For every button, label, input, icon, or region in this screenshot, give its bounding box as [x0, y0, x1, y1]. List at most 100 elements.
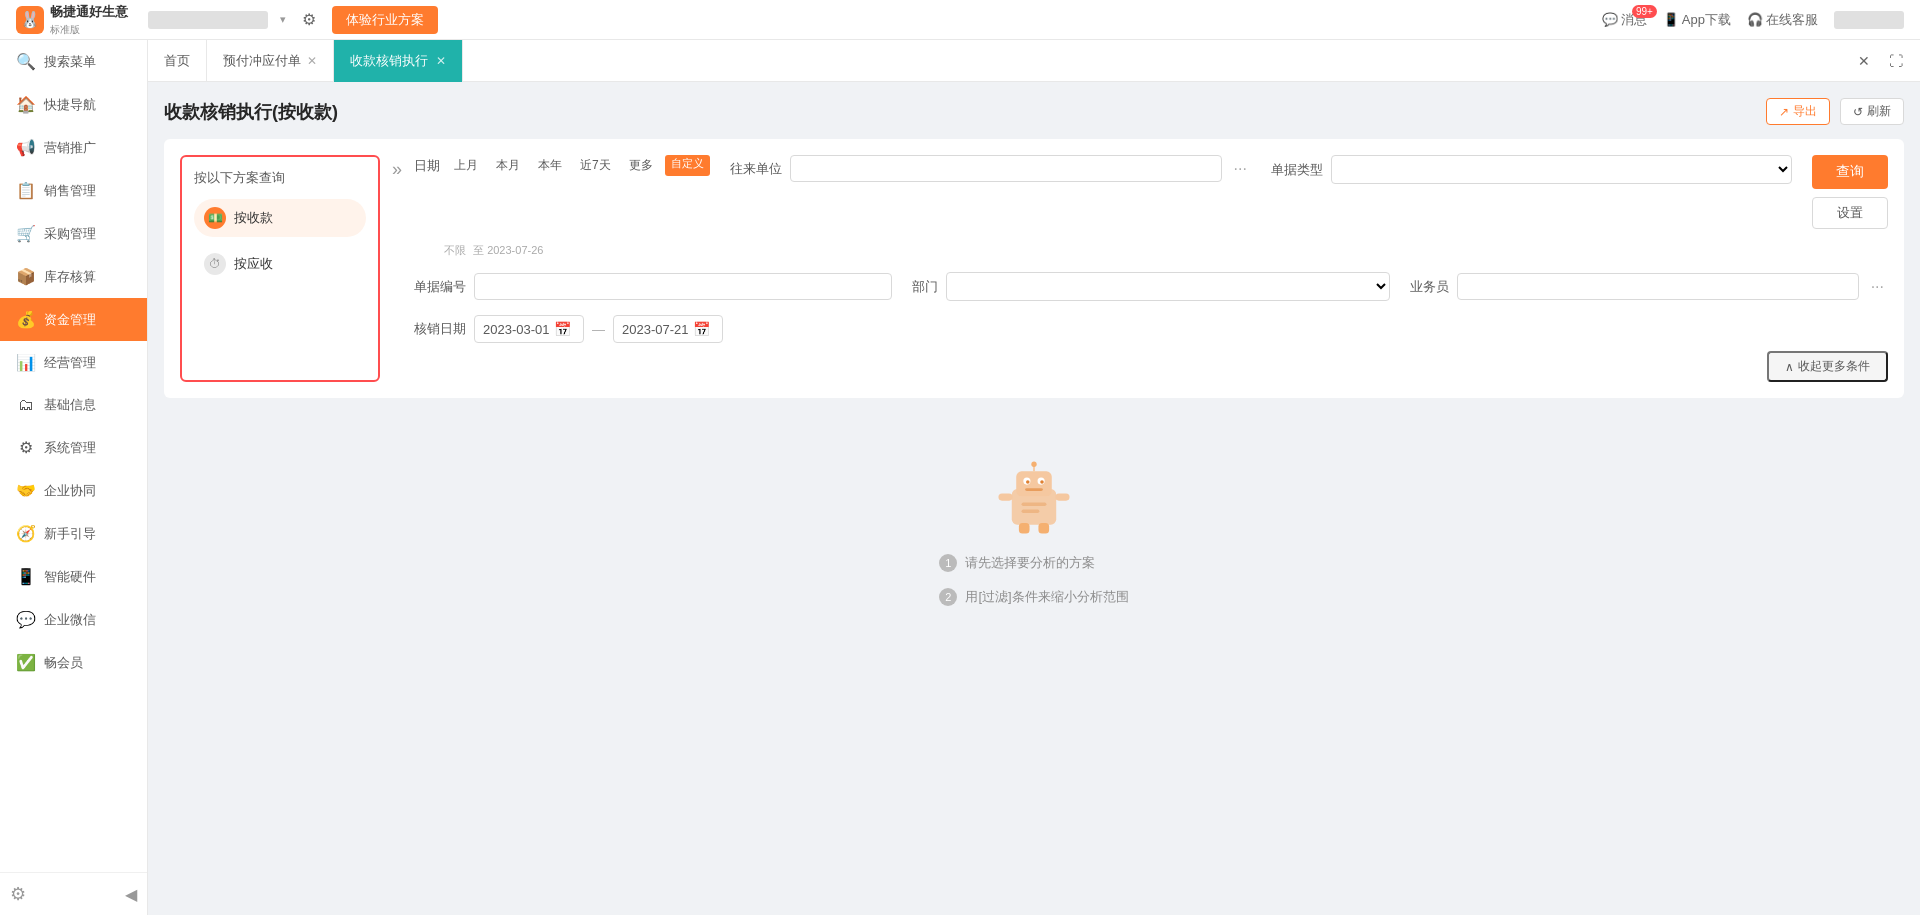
- empty-illustration: [984, 458, 1084, 538]
- query-option-by-collection[interactable]: 💵 按收款: [194, 199, 366, 237]
- sidebar-bottom-gear-icon[interactable]: ⚙: [10, 883, 26, 905]
- tab-actions: ✕ ⛶: [1840, 49, 1920, 73]
- filter-row-2: 单据编号 部门 业务员 ···: [414, 272, 1888, 301]
- verify-date-end-input[interactable]: 2023-07-21 📅: [613, 315, 723, 343]
- verify-date-label: 核销日期: [414, 320, 466, 338]
- service-icon: 🎧: [1747, 12, 1763, 27]
- inventory-icon: 📦: [16, 267, 36, 286]
- online-service-btn[interactable]: 🎧 在线客服: [1747, 11, 1818, 29]
- sidebar-item-quick-nav[interactable]: 🏠 快捷导航: [0, 83, 147, 126]
- operations-icon: 📊: [16, 353, 36, 372]
- sidebar-label-sales: 销售管理: [44, 182, 96, 200]
- tab-bar: 首页 预付冲应付单 ✕ 收款核销执行 ✕ ✕ ⛶: [148, 40, 1920, 82]
- page-content: 收款核销执行(按收款) ↗ 导出 ↺ 刷新 按以下方案查询: [148, 82, 1920, 915]
- sidebar-label-basic-info: 基础信息: [44, 396, 96, 414]
- sidebar-item-member[interactable]: ✅ 畅会员: [0, 641, 147, 684]
- sidebar-item-search-menu[interactable]: 🔍 搜索菜单: [0, 40, 147, 83]
- step-1-num: 1: [939, 554, 957, 572]
- service-label: 在线客服: [1766, 11, 1818, 29]
- tab-collection-close-icon[interactable]: ✕: [436, 54, 446, 68]
- sidebar-item-sales[interactable]: 📋 销售管理: [0, 169, 147, 212]
- cal-icon-end: 📅: [693, 321, 710, 337]
- page-header: 收款核销执行(按收款) ↗ 导出 ↺ 刷新: [164, 98, 1904, 125]
- sidebar: 🔍 搜索菜单 🏠 快捷导航 📢 营销推广 📋 销售管理 🛒 采购管理 📦 库存核…: [0, 40, 148, 915]
- sidebar-bottom: ⚙ ◀: [0, 872, 147, 915]
- collapse-more-btn[interactable]: ∧ 收起更多条件: [1767, 351, 1888, 382]
- date-custom-tag[interactable]: 自定义: [665, 155, 710, 176]
- svg-rect-14: [1022, 510, 1040, 514]
- date-btn-last-month[interactable]: 上月: [448, 155, 484, 176]
- dept-select[interactable]: [946, 272, 1390, 301]
- sidebar-item-operations[interactable]: 📊 经营管理: [0, 341, 147, 384]
- topbar-chevron-icon[interactable]: ▾: [280, 13, 286, 26]
- sidebar-item-basic-info[interactable]: 🗂 基础信息: [0, 384, 147, 426]
- sidebar-item-system[interactable]: ⚙ 系统管理: [0, 426, 147, 469]
- export-btn[interactable]: ↗ 导出: [1766, 98, 1830, 125]
- funds-icon: 💰: [16, 310, 36, 329]
- brand-edition: 标准版: [50, 23, 128, 37]
- staff-dots[interactable]: ···: [1867, 278, 1888, 296]
- tab-expand-btn[interactable]: ⛶: [1884, 49, 1908, 73]
- logo: 🐰 畅捷通好生意 标准版: [16, 3, 128, 37]
- date-btn-7days[interactable]: 近7天: [574, 155, 617, 176]
- search-menu-icon: 🔍: [16, 52, 36, 71]
- filter-verify-date-cell: 核销日期 2023-03-01 📅 — 2023-07-21 📅: [414, 315, 723, 343]
- by-receivable-label: 按应收: [234, 255, 273, 273]
- query-panel-title: 按以下方案查询: [194, 169, 366, 187]
- smart-hw-icon: 📱: [16, 567, 36, 586]
- sidebar-item-inventory[interactable]: 📦 库存核算: [0, 255, 147, 298]
- enterprise-icon: 🤝: [16, 481, 36, 500]
- sidebar-item-guide[interactable]: 🧭 新手引导: [0, 512, 147, 555]
- refresh-icon: ↺: [1853, 105, 1863, 119]
- industry-btn[interactable]: 体验行业方案: [332, 6, 438, 34]
- verify-date-start-value: 2023-03-01: [483, 322, 550, 337]
- tab-home[interactable]: 首页: [148, 40, 207, 82]
- filter-dept-cell: 部门: [912, 272, 1390, 301]
- collapse-more-icon: ∧: [1785, 360, 1794, 374]
- sidebar-item-smart-hw[interactable]: 📱 智能硬件: [0, 555, 147, 598]
- sidebar-item-marketing[interactable]: 📢 营销推广: [0, 126, 147, 169]
- sidebar-item-enterprise[interactable]: 🤝 企业协同: [0, 469, 147, 512]
- topbar-blurred-user: [148, 11, 268, 29]
- docno-input[interactable]: [474, 273, 892, 300]
- doctype-select[interactable]: [1331, 155, 1792, 184]
- date-no-limit-note: 不限 至 2023-07-26: [444, 243, 1888, 258]
- sidebar-item-wechat[interactable]: 💬 企业微信: [0, 598, 147, 641]
- date-btn-this-month[interactable]: 本月: [490, 155, 526, 176]
- refresh-btn[interactable]: ↺ 刷新: [1840, 98, 1904, 125]
- verify-date-start-input[interactable]: 2023-03-01 📅: [474, 315, 584, 343]
- step-2-num: 2: [939, 588, 957, 606]
- filter-date-cell: 日期 上月 本月 本年 近7天 更多 自定义: [414, 155, 710, 176]
- guide-icon: 🧭: [16, 524, 36, 543]
- page-title: 收款核销执行(按收款): [164, 100, 338, 124]
- staff-input[interactable]: [1457, 273, 1859, 300]
- tab-collection[interactable]: 收款核销执行 ✕: [334, 40, 463, 82]
- tab-prepay-close-icon[interactable]: ✕: [307, 54, 317, 68]
- collapse-panel-icon[interactable]: »: [392, 159, 402, 180]
- sidebar-item-purchase[interactable]: 🛒 采购管理: [0, 212, 147, 255]
- sidebar-collapse-icon[interactable]: ◀: [125, 885, 137, 904]
- tab-home-label: 首页: [164, 52, 190, 70]
- filter-row-1: 日期 上月 本月 本年 近7天 更多 自定义: [414, 155, 1888, 229]
- message-icon: 💬: [1602, 12, 1618, 27]
- by-receivable-icon: ⏱: [204, 253, 226, 275]
- sidebar-label-marketing: 营销推广: [44, 139, 96, 157]
- counter-dots[interactable]: ···: [1230, 160, 1251, 178]
- svg-point-4: [1026, 480, 1030, 484]
- query-option-by-receivable[interactable]: ⏱ 按应收: [194, 245, 366, 283]
- topbar-gear-icon[interactable]: ⚙: [298, 9, 320, 31]
- date-btn-more[interactable]: 更多: [623, 155, 659, 176]
- query-btn[interactable]: 查询: [1812, 155, 1888, 189]
- sidebar-item-funds[interactable]: 💰 资金管理: [0, 298, 147, 341]
- quick-nav-icon: 🏠: [16, 95, 36, 114]
- sidebar-label-search-menu: 搜索菜单: [44, 53, 96, 71]
- tab-close-btn[interactable]: ✕: [1852, 49, 1876, 73]
- content-area: 首页 预付冲应付单 ✕ 收款核销执行 ✕ ✕ ⛶ 收款核销执行(按收款): [148, 40, 1920, 915]
- counter-label: 往来单位: [730, 160, 782, 178]
- app-download-btn[interactable]: 📱 App下载: [1663, 11, 1731, 29]
- tab-prepay[interactable]: 预付冲应付单 ✕: [207, 40, 334, 82]
- settings-btn[interactable]: 设置: [1812, 197, 1888, 229]
- message-btn[interactable]: 💬 消息 99+: [1602, 11, 1647, 29]
- date-btn-this-year[interactable]: 本年: [532, 155, 568, 176]
- counter-input[interactable]: [790, 155, 1222, 182]
